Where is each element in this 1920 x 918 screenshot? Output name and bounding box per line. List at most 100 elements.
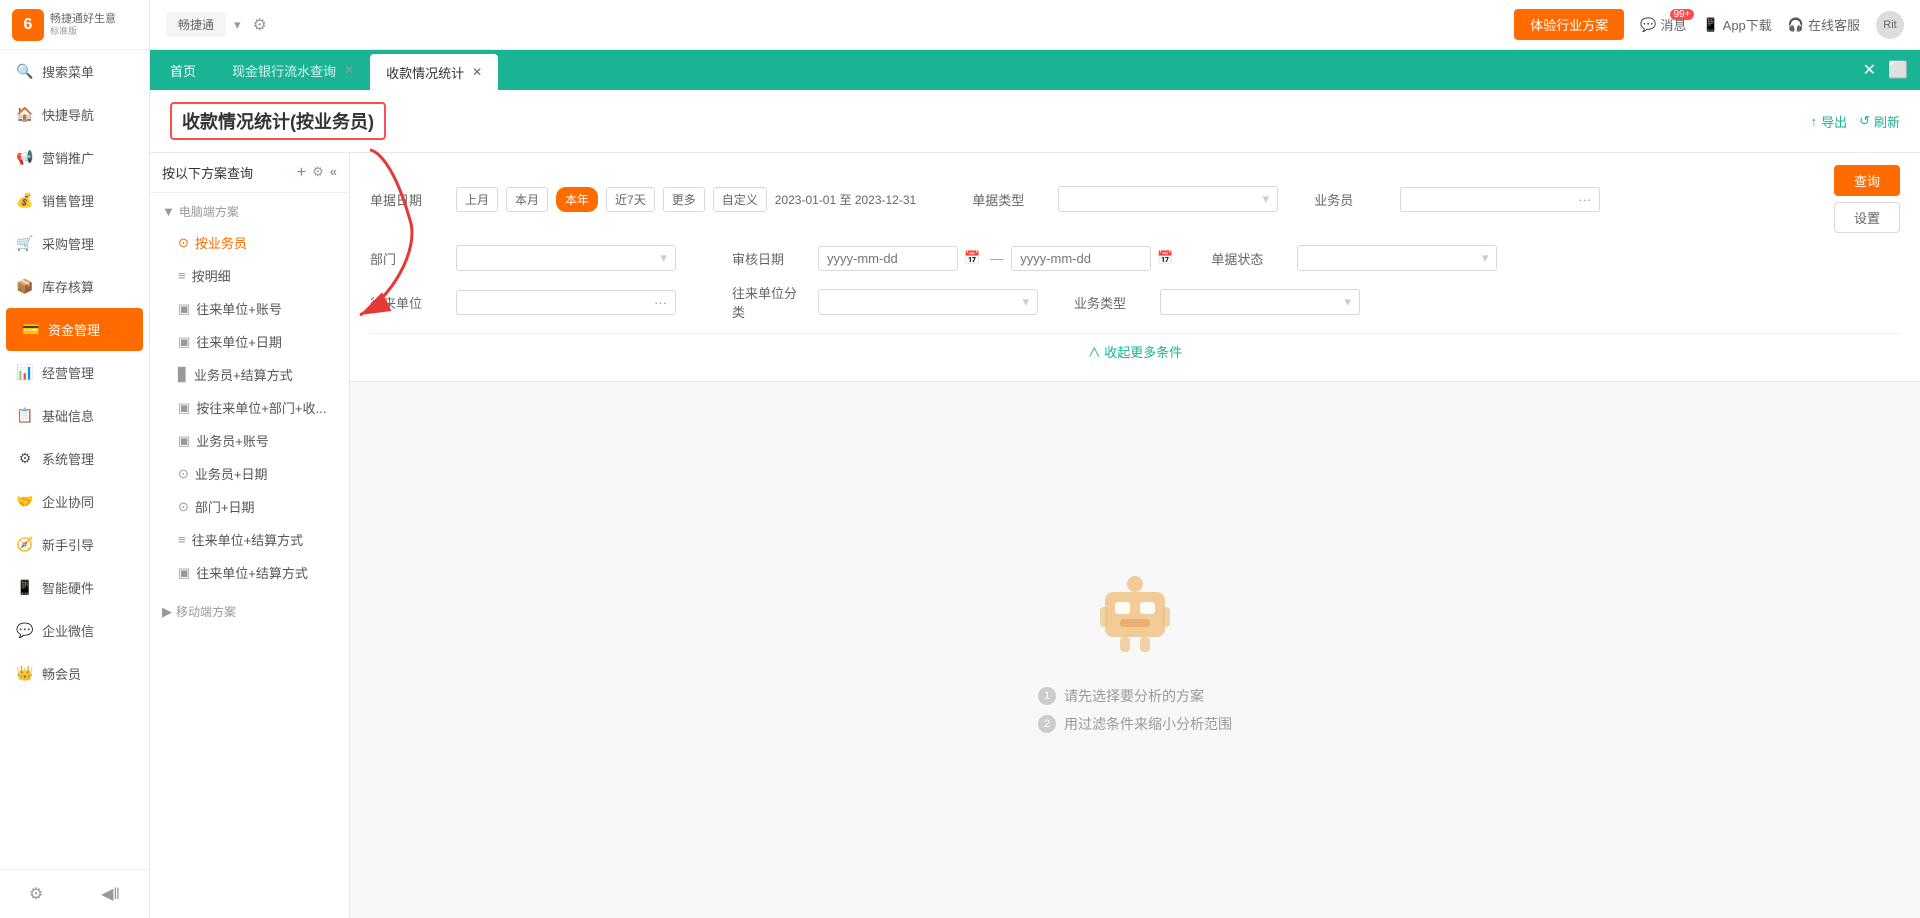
tab-home[interactable]: 首页	[150, 50, 216, 90]
content-area: 按以下方案查询 + ⚙ « ▼ 电脑端方案 ⊙ 按业务员	[150, 153, 1920, 918]
filter-row-3: 往来单位 ··· 往来单位分类 ▾ 业务类型	[370, 283, 1900, 321]
scheme-item-partner-account[interactable]: ▣ 往来单位+账号	[150, 292, 349, 325]
scheme-item-partner-settlement1[interactable]: ≡ 往来单位+结算方式	[150, 523, 349, 556]
tab-receipt-close[interactable]: ✕	[472, 65, 482, 79]
sidebar-item-guide[interactable]: 🧭 新手引导	[0, 523, 149, 566]
gear-icon[interactable]: ⚙	[253, 15, 267, 35]
audit-date-to[interactable]	[1011, 246, 1151, 271]
bill-status-label: 单据状态	[1211, 249, 1281, 268]
scheme-item-partner-dept[interactable]: ▣ 按往来单位+部门+收...	[150, 391, 349, 424]
date-btn-last-month[interactable]: 上月	[456, 187, 498, 212]
date-btn-this-month[interactable]: 本月	[506, 187, 548, 212]
add-scheme-icon[interactable]: +	[297, 164, 306, 182]
salesperson-select[interactable]: ···	[1400, 187, 1600, 212]
settings-bottom-icon[interactable]: ⚙	[23, 878, 49, 910]
refresh-button[interactable]: ↺ 刷新	[1859, 112, 1900, 131]
scheme-item-by-salesperson[interactable]: ⊙ 按业务员	[150, 226, 349, 259]
salesperson-label: 业务员	[1314, 190, 1384, 209]
maximize-window-icon[interactable]: ⬜	[1888, 60, 1908, 80]
partner-label: 往来单位	[370, 293, 440, 312]
collapse-filter-bar[interactable]: ∧ 收起更多条件	[370, 333, 1900, 369]
sidebar-item-purchase[interactable]: 🛒 采购管理	[0, 222, 149, 265]
scheme-item-dept-date[interactable]: ⊙ 部门+日期	[150, 490, 349, 523]
refresh-icon: ↺	[1859, 113, 1870, 129]
scheme-item-by-detail[interactable]: ≡ 按明细	[150, 259, 349, 292]
header-actions: 体验行业方案 💬 消息 99+ 📱 App下载 🎧 在线客服	[1514, 9, 1904, 40]
scheme-item-salesperson-settlement[interactable]: ▊ 业务员+结算方式	[150, 358, 349, 391]
bill-type-select[interactable]: ▾	[1058, 186, 1278, 212]
wechat-icon: 💬	[16, 622, 34, 639]
export-icon: ↑	[1811, 114, 1818, 129]
sidebar-item-finance[interactable]: 💳 资金管理	[6, 308, 143, 351]
list-icon: ≡	[178, 268, 186, 283]
sidebar-item-system[interactable]: ⚙ 系统管理	[0, 437, 149, 480]
sidebar-item-marketing[interactable]: 📢 营销推广	[0, 136, 149, 179]
tab-bank[interactable]: 现金银行流水查询 ✕	[216, 50, 370, 90]
desktop-group-header[interactable]: ▼ 电脑端方案	[150, 197, 349, 226]
page-header: 收款情况统计(按业务员) ↑ 导出 ↺ 刷新	[150, 90, 1920, 153]
partner-category-chevron: ▾	[1022, 294, 1029, 310]
date-btn-this-year[interactable]: 本年	[556, 187, 598, 212]
audit-date-range: 📅 — 📅	[818, 246, 1175, 271]
sidebar-item-quicknav[interactable]: 🏠 快捷导航	[0, 93, 149, 136]
chevron-down-icon[interactable]: ▾	[234, 17, 241, 33]
sidebar-item-wechat[interactable]: 💬 企业微信	[0, 609, 149, 652]
close-window-icon[interactable]: ✕	[1863, 60, 1876, 80]
finance-icon: 💳	[22, 321, 40, 338]
scheme-settings-icon[interactable]: ⚙	[312, 164, 324, 182]
sidebar-item-baseinfo[interactable]: 📋 基础信息	[0, 394, 149, 437]
collapse-sidebar-icon[interactable]: ◀‖	[95, 878, 126, 910]
logo-text: 畅捷通好生意 标准版	[50, 12, 116, 38]
filter-area: 单据日期 上月 本月 本年 近7天 更多 自定义 2023-01-01 至 20…	[350, 153, 1920, 382]
enterprise-icon: 🤝	[16, 493, 34, 510]
setting-button[interactable]: 设置	[1834, 202, 1900, 233]
scheme-item-salesperson-account[interactable]: ▣ 业务员+账号	[150, 424, 349, 457]
bill-type-chevron: ▾	[1263, 191, 1270, 207]
mobile-group-label: 移动端方案	[176, 603, 236, 620]
scheme-item-salesperson-date[interactable]: ⊙ 业务员+日期	[150, 457, 349, 490]
sidebar: 6 畅捷通好生意 标准版 🔍 搜索菜单 🏠 快捷导航 📢 营销推广 💰 销售管理	[0, 0, 150, 918]
right-panel: 单据日期 上月 本月 本年 近7天 更多 自定义 2023-01-01 至 20…	[350, 153, 1920, 918]
query-button[interactable]: 查询	[1834, 165, 1900, 196]
dept-select[interactable]: ▾	[456, 245, 676, 271]
date-btn-more[interactable]: 更多	[663, 187, 705, 212]
group-arrow-icon: ▼	[162, 204, 175, 219]
member-icon: 👑	[16, 665, 34, 682]
guide-icon: 🧭	[16, 536, 34, 553]
empty-tips: 1 请先选择要分析的方案 2 用过滤条件来缩小分析范围	[1038, 682, 1232, 738]
calendar-to-icon[interactable]: 📅	[1157, 250, 1173, 266]
partner-category-select[interactable]: ▾	[818, 289, 1038, 315]
logo-icon: 6	[12, 9, 44, 41]
scheme-item-partner-date[interactable]: ▣ 往来单位+日期	[150, 325, 349, 358]
user-avatar[interactable]: Rit	[1876, 11, 1904, 39]
promo-button[interactable]: 体验行业方案	[1514, 9, 1624, 40]
sidebar-item-member[interactable]: 👑 畅会员	[0, 652, 149, 695]
sidebar-item-sales[interactable]: 💰 销售管理	[0, 179, 149, 222]
sidebar-item-enterprise[interactable]: 🤝 企业协同	[0, 480, 149, 523]
tab-bank-close[interactable]: ✕	[344, 63, 354, 77]
sidebar-item-search[interactable]: 🔍 搜索菜单	[0, 50, 149, 93]
audit-date-from[interactable]	[818, 246, 958, 271]
date-btn-custom[interactable]: 自定义	[713, 187, 767, 212]
circle-icon: ⊙	[178, 235, 189, 251]
date-btn-7days[interactable]: 近7天	[606, 187, 655, 212]
sidebar-item-operation[interactable]: 📊 经营管理	[0, 351, 149, 394]
online-service-item[interactable]: 🎧 在线客服	[1788, 15, 1860, 34]
bill-status-select[interactable]: ▾	[1297, 245, 1497, 271]
sidebar-item-hardware[interactable]: 📱 智能硬件	[0, 566, 149, 609]
collapse-panel-icon[interactable]: «	[330, 164, 337, 182]
export-button[interactable]: ↑ 导出	[1811, 112, 1848, 131]
mobile-group-header[interactable]: ▶ 移动端方案	[150, 597, 349, 626]
app-download-item[interactable]: 📱 App下载	[1702, 15, 1771, 34]
message-icon-item[interactable]: 💬 消息 99+	[1640, 15, 1686, 34]
biz-type-select[interactable]: ▾	[1160, 289, 1360, 315]
partner-dots[interactable]: ···	[654, 295, 667, 310]
scheme-item-partner-settlement2[interactable]: ▣ 往来单位+结算方式	[150, 556, 349, 589]
sidebar-item-inventory[interactable]: 📦 库存核算	[0, 265, 149, 308]
salesperson-dots[interactable]: ···	[1578, 192, 1591, 207]
partner-select[interactable]: ···	[456, 290, 676, 315]
calendar-from-icon[interactable]: 📅	[964, 250, 980, 266]
table2-icon: ▣	[178, 334, 190, 350]
tab-receipt[interactable]: 收款情况统计 ✕	[370, 54, 498, 90]
date-button-group: 上月 本月 本年 近7天 更多 自定义 2023-01-01 至 2023-12…	[456, 187, 916, 212]
